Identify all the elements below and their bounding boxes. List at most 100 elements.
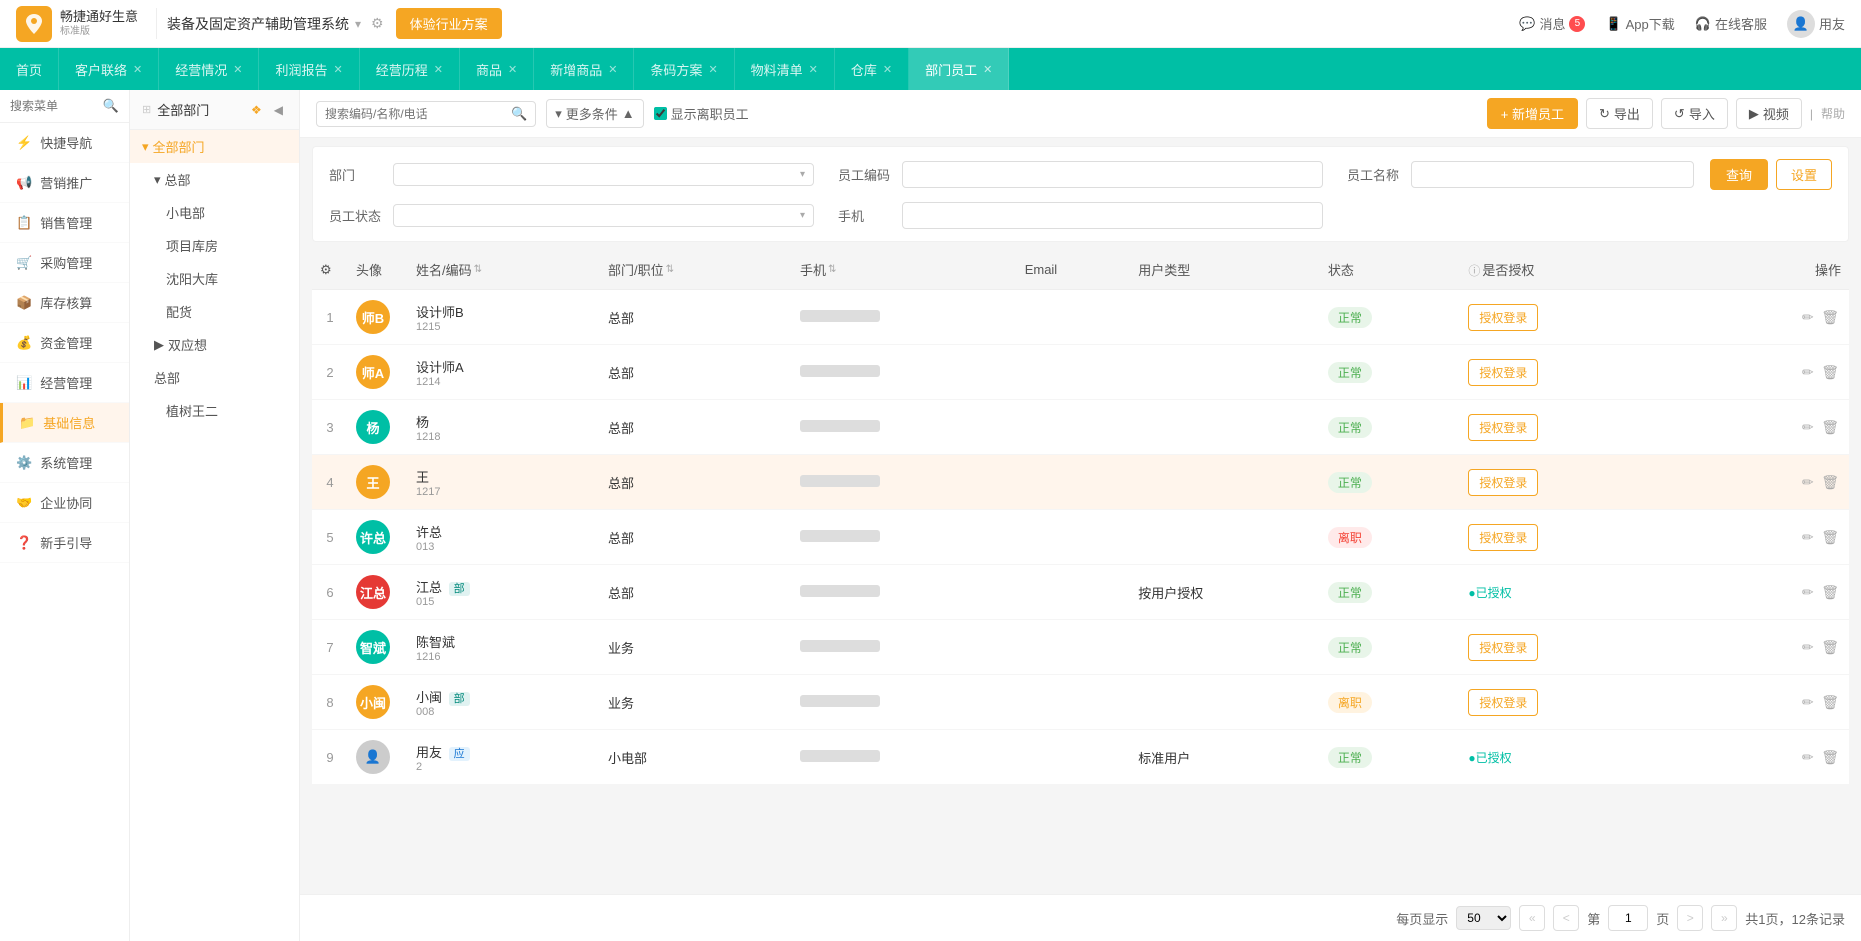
delete-btn[interactable]: 🗑 [1819, 749, 1841, 765]
tab-barcode[interactable]: 条码方案 ✕ [634, 48, 734, 90]
sidebar-search[interactable]: 🔍 [0, 90, 129, 123]
tab-operation[interactable]: 经营情况 ✕ [159, 48, 259, 90]
dept-item-distribution[interactable]: 配货 [130, 295, 299, 328]
tab-customer[interactable]: 客户联络 ✕ [59, 48, 159, 90]
close-history-tab[interactable]: ✕ [434, 63, 443, 76]
tab-home[interactable]: 首页 [0, 48, 59, 90]
user-action[interactable]: 👤 用友 [1787, 10, 1845, 38]
sidebar-item-basic[interactable]: 📁 基础信息 [0, 403, 129, 443]
edit-btn[interactable]: ✏ [1800, 584, 1816, 600]
close-operation-tab[interactable]: ✕ [233, 63, 242, 76]
sidebar-item-cooperation[interactable]: 🤝 企业协同 [0, 483, 129, 523]
delete-btn[interactable]: 🗑 [1819, 584, 1841, 600]
help-btn[interactable]: 帮助 [1821, 105, 1845, 122]
edit-btn[interactable]: ✏ [1800, 474, 1816, 490]
dept-item-hq[interactable]: ▾ 总部 [130, 163, 299, 196]
sidebar-item-purchase[interactable]: 🛒 采购管理 [0, 243, 129, 283]
delete-btn[interactable]: 🗑 [1819, 364, 1841, 380]
auth-login-btn[interactable]: 授权登录 [1468, 634, 1538, 661]
delete-btn[interactable]: 🗑 [1819, 694, 1841, 710]
close-profit-tab[interactable]: ✕ [334, 63, 343, 76]
next-page-btn[interactable]: > [1677, 905, 1703, 931]
dept-item-shenyang[interactable]: 沈阳大库 [130, 262, 299, 295]
auth-login-btn[interactable]: 授权登录 [1468, 524, 1538, 551]
online-service-action[interactable]: 🎧 在线客服 [1695, 14, 1767, 33]
search-btn[interactable]: 查询 [1710, 159, 1768, 190]
sidebar-item-sales[interactable]: 📋 销售管理 [0, 203, 129, 243]
delete-btn[interactable]: 🗑 [1819, 639, 1841, 655]
dept-item-hq2[interactable]: 总部 [130, 361, 299, 394]
auth-login-btn[interactable]: 授权登录 [1468, 689, 1538, 716]
trial-button[interactable]: 体验行业方案 [396, 8, 502, 39]
close-customer-tab[interactable]: ✕ [133, 63, 142, 76]
add-employee-btn[interactable]: + 新增员工 [1487, 98, 1578, 129]
delete-btn[interactable]: 🗑 [1819, 419, 1841, 435]
more-conditions-btn[interactable]: ▾ 更多条件 ▲ [546, 99, 643, 128]
tab-add-goods[interactable]: 新增商品 ✕ [534, 48, 634, 90]
dept-item-all[interactable]: ▾ 全部部门 [130, 130, 299, 163]
system-dropdown-icon[interactable]: ▾ [355, 17, 361, 31]
search-wrap[interactable]: 🔍 [316, 101, 536, 127]
sidebar-search-input[interactable] [10, 99, 99, 113]
tab-dept-staff[interactable]: 部门员工 ✕ [909, 48, 1009, 90]
dept-item-small-elec[interactable]: 小电部 [130, 196, 299, 229]
col-dept[interactable]: 部门/职位 ⇅ [600, 250, 792, 290]
tab-profit[interactable]: 利润报告 ✕ [259, 48, 359, 90]
show-resigned-label[interactable]: 显示离职员工 [654, 104, 749, 123]
import-btn[interactable]: ↺ 导入 [1661, 98, 1728, 129]
filter-dept-select[interactable]: ▾ [393, 163, 814, 186]
first-page-btn[interactable]: « [1519, 905, 1545, 931]
filter-empcode-input[interactable] [902, 161, 1323, 188]
search-input[interactable] [325, 107, 505, 121]
dept-item-proj-room[interactable]: 项目库房 [130, 229, 299, 262]
edit-btn[interactable]: ✏ [1800, 749, 1816, 765]
auth-login-btn[interactable]: 授权登录 [1468, 414, 1538, 441]
sidebar-item-system[interactable]: ⚙️ 系统管理 [0, 443, 129, 483]
dept-collapse-icon[interactable]: ◀ [270, 101, 287, 119]
delete-btn[interactable]: 🗑 [1819, 474, 1841, 490]
edit-btn[interactable]: ✏ [1800, 364, 1816, 380]
close-barcode-tab[interactable]: ✕ [708, 63, 717, 76]
col-settings[interactable]: ⚙ [312, 250, 348, 290]
view-btn[interactable]: ▶ 视频 [1736, 98, 1802, 129]
close-dept-tab[interactable]: ✕ [983, 63, 992, 76]
tab-warehouse[interactable]: 仓库 ✕ [835, 48, 909, 90]
edit-btn[interactable]: ✏ [1800, 639, 1816, 655]
settings-icon[interactable]: ⚙ [371, 15, 384, 32]
edit-btn[interactable]: ✏ [1800, 309, 1816, 325]
sidebar-item-guide[interactable]: ❓ 新手引导 [0, 523, 129, 563]
dept-expand-icon[interactable]: ❖ [247, 101, 266, 119]
show-resigned-checkbox[interactable] [654, 107, 667, 120]
edit-btn[interactable]: ✏ [1800, 694, 1816, 710]
dept-item-double-think[interactable]: ▶ 双应想 [130, 328, 299, 361]
close-warehouse-tab[interactable]: ✕ [883, 63, 892, 76]
sidebar-item-operation[interactable]: 📊 经营管理 [0, 363, 129, 403]
delete-btn[interactable]: 🗑 [1819, 309, 1841, 325]
filter-status-select[interactable]: ▾ [393, 204, 814, 227]
last-page-btn[interactable]: » [1711, 905, 1737, 931]
filter-phone-input[interactable] [902, 202, 1323, 229]
app-download-action[interactable]: 📱 App下载 [1605, 14, 1674, 33]
export-btn[interactable]: ↻ 导出 [1586, 98, 1653, 129]
auth-login-btn[interactable]: 授权登录 [1468, 469, 1538, 496]
dept-item-planting[interactable]: 植树王二 [130, 394, 299, 427]
col-phone[interactable]: 手机 ⇅ [792, 250, 1017, 290]
sidebar-search-icon[interactable]: 🔍 [103, 98, 119, 114]
auth-login-btn[interactable]: 授权登录 [1468, 304, 1538, 331]
filter-empname-input[interactable] [1411, 161, 1694, 188]
tab-goods[interactable]: 商品 ✕ [460, 48, 534, 90]
edit-btn[interactable]: ✏ [1800, 529, 1816, 545]
search-btn-icon[interactable]: 🔍 [511, 106, 527, 122]
sidebar-item-quick-nav[interactable]: ⚡ 快捷导航 [0, 123, 129, 163]
close-material-tab[interactable]: ✕ [809, 63, 818, 76]
auth-login-btn[interactable]: 授权登录 [1468, 359, 1538, 386]
per-page-select[interactable]: 20 50 100 [1456, 906, 1511, 930]
auth-info-icon[interactable]: ⓘ [1468, 264, 1480, 278]
message-action[interactable]: 💬 消息 5 [1519, 14, 1585, 33]
tab-material[interactable]: 物料清单 ✕ [735, 48, 835, 90]
tab-history[interactable]: 经营历程 ✕ [360, 48, 460, 90]
close-add-goods-tab[interactable]: ✕ [608, 63, 617, 76]
page-input[interactable] [1608, 905, 1648, 931]
sidebar-item-finance[interactable]: 💰 资金管理 [0, 323, 129, 363]
prev-page-btn[interactable]: < [1553, 905, 1579, 931]
